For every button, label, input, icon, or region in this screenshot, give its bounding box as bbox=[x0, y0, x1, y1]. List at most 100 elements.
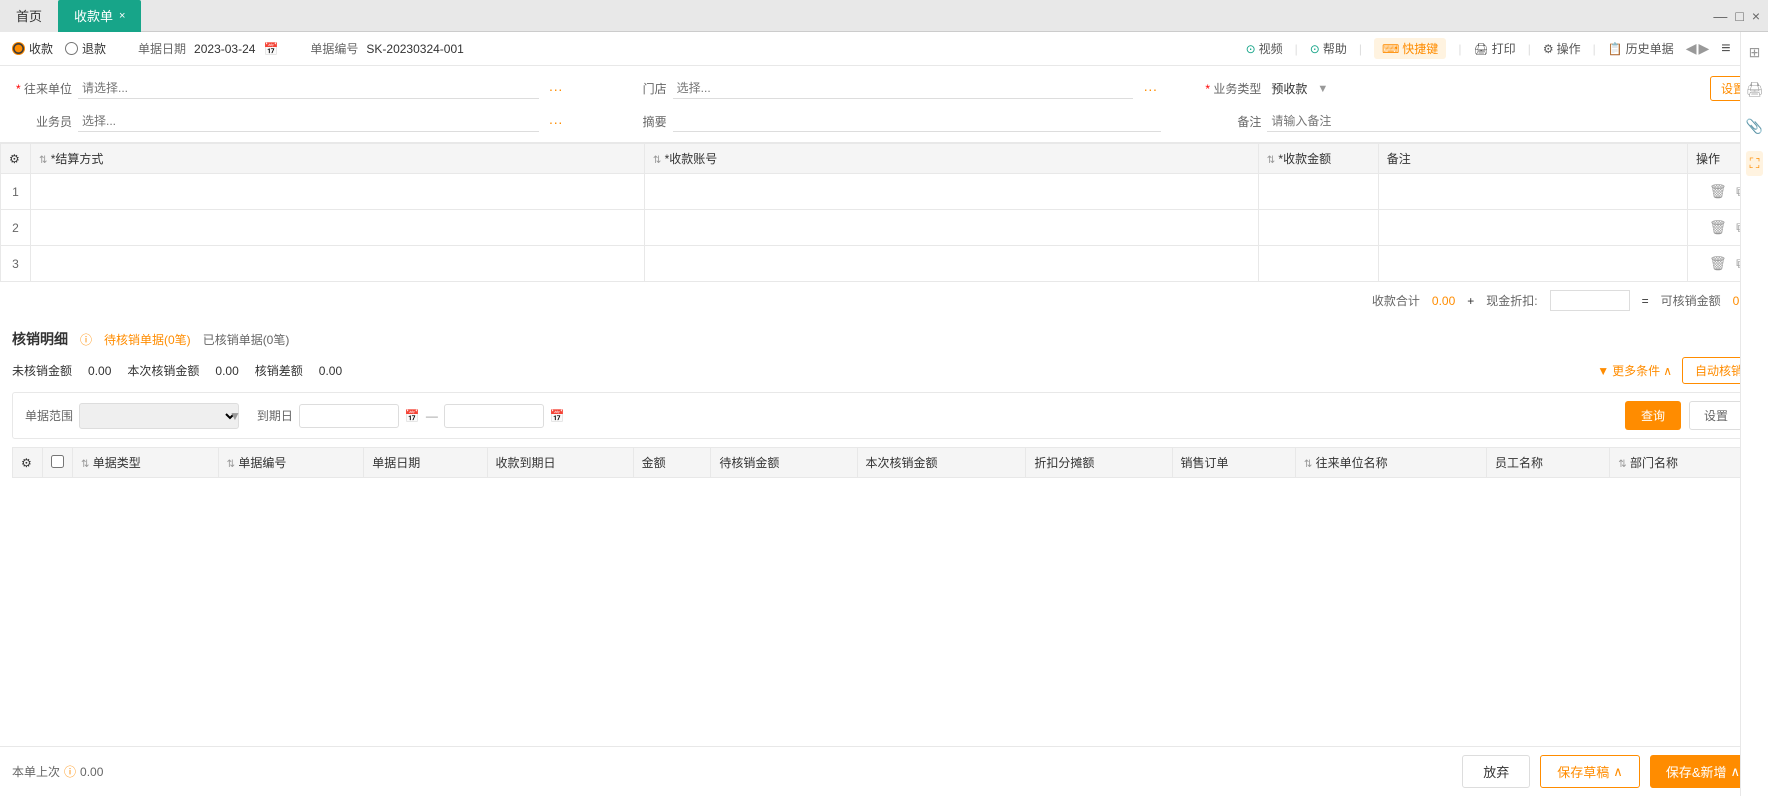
footer: 本单上次 ⓘ 0.00 放弃 保存草稿 ∧ 保存&新增 ∧ bbox=[0, 746, 1768, 796]
business-type-dropdown[interactable]: ▼ bbox=[1317, 83, 1328, 95]
summary-input[interactable] bbox=[673, 111, 1162, 132]
radio-shoukuan[interactable]: 收款 bbox=[12, 40, 53, 57]
nav-prev[interactable]: ◀ bbox=[1686, 40, 1697, 57]
bth-dept-name: ⇅ 部门名称 bbox=[1610, 448, 1756, 478]
shop-input[interactable] bbox=[673, 78, 1134, 99]
shortcut-btn[interactable]: ⌨ 快捷键 bbox=[1374, 38, 1446, 59]
save-new-arrow[interactable]: ∧ bbox=[1730, 764, 1740, 780]
radio-tuikuan[interactable]: 退款 bbox=[65, 40, 106, 57]
net-label: 可核销金额 bbox=[1661, 292, 1721, 309]
footer-info-icon[interactable]: ⓘ bbox=[64, 763, 76, 780]
bill-no-value: SK-20230324-001 bbox=[366, 42, 463, 56]
row-num-1: 1 bbox=[1, 174, 31, 210]
row-num-3: 3 bbox=[1, 246, 31, 282]
query-btn[interactable]: 查询 bbox=[1625, 401, 1681, 430]
remark-input[interactable] bbox=[1267, 111, 1756, 132]
calendar-from-icon[interactable]: 📅 bbox=[405, 409, 420, 423]
form-area: * 往来单位 ··· 门店 ··· * 业务类型 预收款 bbox=[0, 66, 1768, 143]
shop-more-btn[interactable]: ··· bbox=[1139, 81, 1161, 97]
remark-cell-2[interactable] bbox=[1378, 210, 1687, 246]
unchecked-value: 0.00 bbox=[88, 364, 111, 378]
staff-input[interactable] bbox=[78, 111, 539, 132]
partner-more-btn[interactable]: ··· bbox=[545, 81, 567, 97]
remark-cell-1[interactable] bbox=[1378, 174, 1687, 210]
sidebar-expand-icon[interactable]: ⛶ bbox=[1746, 151, 1764, 176]
ops-btn[interactable]: ⚙ 操作 bbox=[1543, 40, 1581, 57]
window-close[interactable]: × bbox=[1752, 8, 1760, 24]
tab-receipt[interactable]: 收款单 × bbox=[58, 0, 141, 32]
video-btn[interactable]: ⊙ 视频 bbox=[1246, 40, 1283, 57]
hexiao-meta: 未核销金额 0.00 本次核销金额 0.00 核销差额 0.00 ▼ 更多条件 … bbox=[12, 357, 1756, 384]
history-btn[interactable]: 📋 历史单据 bbox=[1608, 40, 1674, 57]
filter-setting-btn[interactable]: 设置 bbox=[1689, 401, 1743, 430]
window-minimize[interactable]: — bbox=[1713, 8, 1727, 24]
print-btn[interactable]: 🖨 打印 bbox=[1473, 40, 1515, 57]
due-date-field: 到期日 2022-04-01 📅 — 2022-04-12 📅 bbox=[257, 404, 565, 428]
calendar-icon[interactable]: 📅 bbox=[263, 42, 278, 56]
date-separator: — bbox=[426, 409, 438, 423]
remark-cell-3[interactable] bbox=[1378, 246, 1687, 282]
remark-field: 备注 bbox=[1201, 111, 1756, 132]
tab-bar: 首页 收款单 × — □ × bbox=[0, 0, 1768, 32]
date-from-input[interactable]: 2022-04-01 bbox=[299, 404, 399, 428]
settlement-cell-1[interactable] bbox=[31, 174, 645, 210]
account-cell-1[interactable] bbox=[644, 174, 1258, 210]
bth-amount: 金额 bbox=[633, 448, 711, 478]
diff-value: 0.00 bbox=[319, 364, 342, 378]
nav-next[interactable]: ▶ bbox=[1698, 40, 1709, 57]
delete-row-2[interactable]: 🗑 bbox=[1706, 217, 1730, 238]
more-conditions-btn[interactable]: ▼ 更多条件 ∧ bbox=[1597, 362, 1672, 379]
staff-more-btn[interactable]: ··· bbox=[545, 114, 567, 130]
account-cell-3[interactable] bbox=[644, 246, 1258, 282]
date-to-input[interactable]: 2022-04-12 bbox=[444, 404, 544, 428]
save-draft-arrow[interactable]: ∧ bbox=[1613, 764, 1623, 780]
range-filter-field: 单据范围 ▼ bbox=[25, 403, 241, 429]
tab-bar-right: — □ × bbox=[1713, 8, 1768, 24]
sidebar-print-icon[interactable]: 🖨 bbox=[1742, 77, 1768, 102]
tab-home[interactable]: 首页 bbox=[0, 0, 58, 32]
summary-field: 摘要 bbox=[607, 111, 1162, 132]
sidebar-table-icon[interactable]: ⊞ bbox=[1745, 40, 1765, 65]
tab-close-receipt[interactable]: × bbox=[119, 10, 125, 22]
delete-row-3[interactable]: 🗑 bbox=[1706, 253, 1730, 274]
bth-bill-type: ⇅ 单据类型 bbox=[73, 448, 219, 478]
total-value: 0.00 bbox=[1432, 294, 1455, 308]
right-sidebar: ⊞ 🖨 📎 ⛶ bbox=[1740, 32, 1768, 796]
help-btn[interactable]: ⊙ 帮助 bbox=[1310, 40, 1347, 57]
select-all-checkbox[interactable] bbox=[51, 455, 64, 468]
business-type-value: 预收款 bbox=[1267, 80, 1311, 97]
range-select[interactable] bbox=[79, 403, 239, 429]
sidebar-clip-icon[interactable]: 📎 bbox=[1742, 114, 1767, 139]
amount-cell-3[interactable] bbox=[1258, 246, 1378, 282]
hexiao-table: ⚙ ⇅ 单据类型 ⇅ 单据编号 bbox=[12, 447, 1756, 478]
th-gear[interactable]: ⚙ bbox=[1, 144, 31, 174]
account-cell-2[interactable] bbox=[644, 210, 1258, 246]
gear-icon: ⚙ bbox=[9, 152, 20, 166]
bth-pending: 待核销金额 bbox=[711, 448, 857, 478]
partner-field: * 往来单位 ··· bbox=[12, 78, 567, 99]
bth-gear[interactable]: ⚙ bbox=[13, 448, 43, 478]
partner-input[interactable] bbox=[78, 78, 539, 99]
amount-cell-2[interactable] bbox=[1258, 210, 1378, 246]
abandon-btn[interactable]: 放弃 bbox=[1462, 755, 1530, 788]
hexiao-section: 核销明细 ⓘ 待核销单据(0笔) 已核销单据(0笔) 未核销金额 0.00 本次… bbox=[0, 319, 1768, 746]
hexiao-info-icon[interactable]: ⓘ bbox=[80, 331, 92, 348]
hexiao-done-tab[interactable]: 已核销单据(0笔) bbox=[203, 331, 290, 348]
table-row: 3 🗑 ⧉ bbox=[1, 246, 1768, 282]
settlement-cell-2[interactable] bbox=[31, 210, 645, 246]
hexiao-header: 核销明细 ⓘ 待核销单据(0笔) 已核销单据(0笔) bbox=[12, 329, 1756, 349]
discount-input[interactable] bbox=[1550, 290, 1630, 311]
hexiao-pending-tab[interactable]: 待核销单据(0笔) bbox=[104, 331, 191, 348]
bill-date-value: 2023-03-24 bbox=[194, 42, 255, 56]
footer-left: 本单上次 ⓘ 0.00 bbox=[12, 763, 103, 780]
settlement-cell-3[interactable] bbox=[31, 246, 645, 282]
window-maximize[interactable]: □ bbox=[1735, 8, 1743, 24]
view-list-icon[interactable]: ≡ bbox=[1721, 40, 1730, 58]
amount-cell-1[interactable] bbox=[1258, 174, 1378, 210]
calendar-to-icon[interactable]: 📅 bbox=[550, 409, 565, 423]
circle-icon: ⊙ bbox=[1246, 42, 1256, 56]
save-draft-btn[interactable]: 保存草稿 ∧ bbox=[1540, 755, 1640, 788]
delete-row-1[interactable]: 🗑 bbox=[1706, 181, 1730, 202]
shop-field: 门店 ··· bbox=[607, 78, 1162, 99]
bth-partner-name: ⇅ 往来单位名称 bbox=[1295, 448, 1486, 478]
